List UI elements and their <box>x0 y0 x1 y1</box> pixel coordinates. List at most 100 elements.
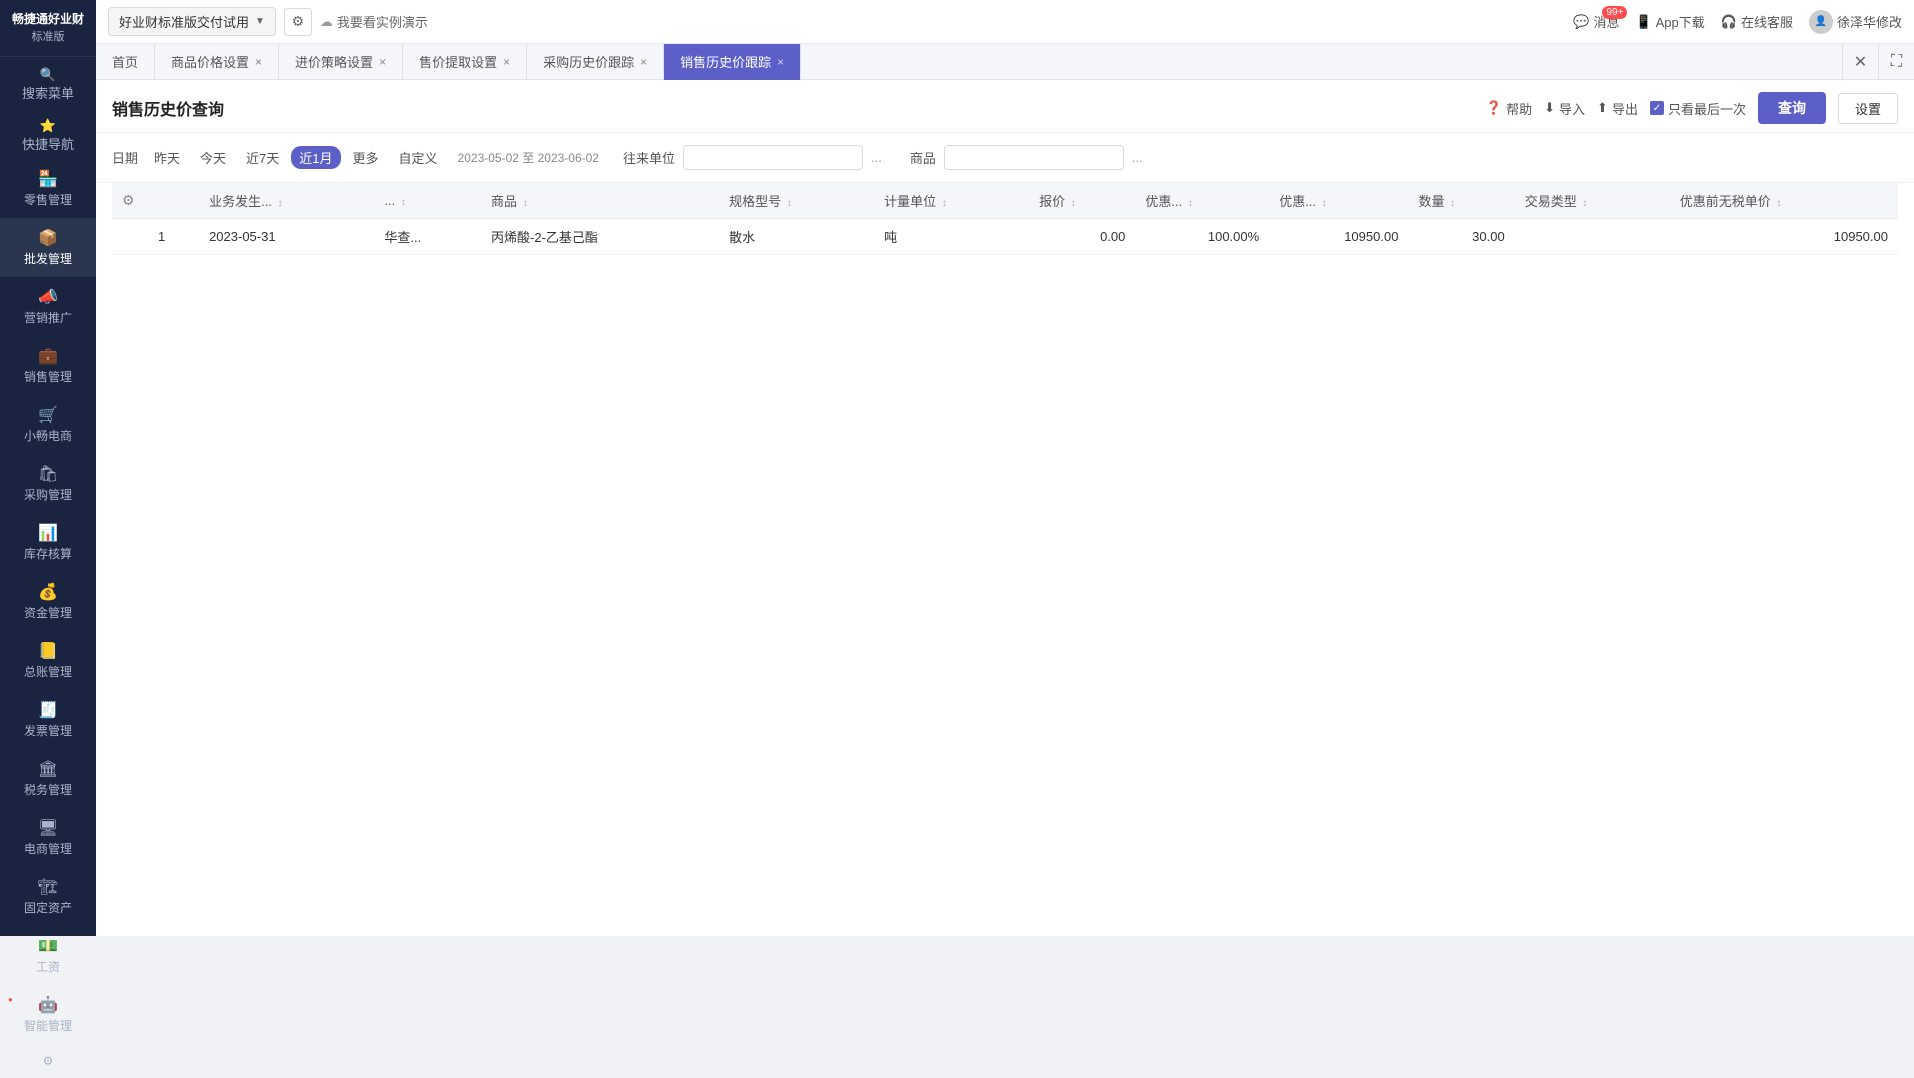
export-btn[interactable]: ⬆ 导出 <box>1597 99 1638 118</box>
product-input[interactable] <box>944 145 1124 170</box>
query-button[interactable]: 查询 <box>1758 92 1826 124</box>
tab-sales-history[interactable]: 销售历史价跟踪 × <box>664 44 801 80</box>
sidebar-item-purchase-mgmt[interactable]: 🛍 采购管理 <box>0 454 96 513</box>
sidebar-item-salary[interactable]: 💵 工资 <box>0 926 96 985</box>
content-area: 销售历史价查询 ❓ 帮助 ⬇ 导入 ⬆ 导出 ✓ <box>96 80 1914 936</box>
tabs-controls: ✕ ⛶ <box>1842 44 1914 80</box>
col-qty[interactable]: 数量 ↕ <box>1408 183 1514 219</box>
sidebar-item-finance[interactable]: 💰 资金管理 <box>0 572 96 631</box>
sidebar-item-ecommerce-light[interactable]: 🛒 小畅电商 <box>0 395 96 454</box>
sort-more1-icon: ↕ <box>401 197 406 208</box>
inventory-icon: 📊 <box>38 523 58 543</box>
col-price[interactable]: 报价 ↕ <box>1029 183 1135 219</box>
message-badge: 99+ <box>1602 6 1627 19</box>
sidebar-item-invoice[interactable]: 🧾 发票管理 <box>0 690 96 749</box>
date-label: 日期 <box>112 148 138 167</box>
col-discount2[interactable]: 优惠... ↕ <box>1269 183 1408 219</box>
sidebar-item-quick-nav[interactable]: ⭐ 快捷导航 <box>0 112 96 159</box>
tab-selector[interactable]: 好业财标准版交付试用 ▼ <box>108 7 276 36</box>
only-last-label: 只看最后一次 <box>1668 99 1746 118</box>
sidebar-settings-btn[interactable]: ⚙ <box>0 1044 96 1078</box>
table-gear-icon[interactable]: ⚙ <box>122 192 135 208</box>
date-opt-1month[interactable]: 近1月 <box>291 146 340 169</box>
col-discount1[interactable]: 优惠... ↕ <box>1135 183 1269 219</box>
avatar: 👤 <box>1809 10 1833 34</box>
service-label: 在线客服 <box>1741 12 1793 31</box>
tab-pricing-strategy-label: 进价策略设置 <box>295 52 373 71</box>
import-btn[interactable]: ⬇ 导入 <box>1544 99 1585 118</box>
sort-pretax-icon: ↕ <box>1776 198 1781 209</box>
col-trade-type[interactable]: 交易类型 ↕ <box>1515 183 1670 219</box>
only-last-checkbox[interactable]: ✓ 只看最后一次 <box>1650 99 1746 118</box>
tab-home[interactable]: 首页 <box>96 44 155 80</box>
sidebar-item-marketing[interactable]: 📣 营销推广 <box>0 277 96 336</box>
tab-close-price-extract[interactable]: × <box>503 55 510 69</box>
demo-btn[interactable]: ☁ 我要看实例演示 <box>320 12 428 31</box>
sidebar-item-search[interactable]: 🔍 搜索菜单 <box>0 57 96 112</box>
message-btn[interactable]: 💬 消息 99+ <box>1573 12 1619 31</box>
app-download-btn[interactable]: 📱 App下载 <box>1635 12 1704 31</box>
tab-close-purchase-history[interactable]: × <box>640 55 647 69</box>
col-product[interactable]: 商品 ↕ <box>481 183 719 219</box>
product-more-btn[interactable]: ... <box>1128 148 1147 167</box>
topbar-left: 好业财标准版交付试用 ▼ ⚙ ☁ 我要看实例演示 <box>108 7 1561 36</box>
date-opt-7days[interactable]: 近7天 <box>238 146 287 169</box>
tab-selector-label: 好业财标准版交付试用 <box>119 12 249 31</box>
tab-close-pricing-strategy[interactable]: × <box>379 55 386 69</box>
partner-label: 往来单位 <box>623 148 675 167</box>
import-icon: ⬇ <box>1544 100 1555 116</box>
demo-label: 我要看实例演示 <box>337 12 428 31</box>
table-row[interactable]: 1 2023-05-31 华查... 丙烯酸-2-乙基己酯 散水 吨 0.00 … <box>112 219 1898 255</box>
sidebar-item-ecommerce[interactable]: 🖥 电商管理 <box>0 808 96 867</box>
settings-button[interactable]: 设置 <box>1838 93 1898 124</box>
sidebar-item-sales-mgmt[interactable]: 💼 销售管理 <box>0 336 96 395</box>
table-container: ⚙ 业务发生... ↕ ... ↕ <box>96 183 1914 255</box>
partner-more-btn[interactable]: ... <box>867 148 886 167</box>
cell-qty: 30.00 <box>1408 219 1514 255</box>
sidebar-item-smart-mgmt[interactable]: 🤖 智能管理 <box>0 985 96 1044</box>
purchase-icon: 🛍 <box>38 464 58 484</box>
star-icon: ⭐ <box>0 118 96 134</box>
sales-icon: 💼 <box>38 346 58 366</box>
col-more1[interactable]: ... ↕ <box>374 183 481 219</box>
topbar-gear-icon: ⚙ <box>292 13 305 30</box>
tab-close-btn[interactable]: ✕ <box>1842 44 1878 80</box>
user-info[interactable]: 👤 徐泽华修改 <box>1809 10 1902 34</box>
tab-price-settings-label: 商品价格设置 <box>171 52 249 71</box>
sidebar-item-wholesale-mgmt[interactable]: 📦 批发管理 <box>0 218 96 277</box>
sort-discount2-icon: ↕ <box>1322 198 1327 209</box>
col-spec[interactable]: 规格型号 ↕ <box>719 183 874 219</box>
app-icon: 📱 <box>1635 14 1651 30</box>
sidebar-item-fixed-assets[interactable]: 🏗 固定资产 <box>0 867 96 926</box>
tab-close-price-settings[interactable]: × <box>255 55 262 69</box>
date-opt-yesterday[interactable]: 昨天 <box>146 146 188 169</box>
headset-icon: 🎧 <box>1721 14 1737 30</box>
online-service-btn[interactable]: 🎧 在线客服 <box>1721 12 1793 31</box>
tab-expand-btn[interactable]: ⛶ <box>1878 44 1914 80</box>
help-btn[interactable]: ❓ 帮助 <box>1486 99 1532 118</box>
date-opt-more[interactable]: 更多 <box>345 146 387 169</box>
sidebar-item-ledger[interactable]: 📒 总账管理 <box>0 631 96 690</box>
tab-price-extract[interactable]: 售价提取设置 × <box>403 44 527 80</box>
sidebar-item-inventory[interactable]: 📊 库存核算 <box>0 513 96 572</box>
tab-close-sales-history[interactable]: × <box>777 55 784 69</box>
sidebar-item-retail-mgmt[interactable]: 🏪 零售管理 <box>0 159 96 218</box>
username: 徐泽华修改 <box>1837 12 1902 31</box>
tab-purchase-history[interactable]: 采购历史价跟踪 × <box>527 44 664 80</box>
topbar-settings-btn[interactable]: ⚙ <box>284 8 312 36</box>
tab-price-extract-label: 售价提取设置 <box>419 52 497 71</box>
tab-home-label: 首页 <box>112 52 138 71</box>
cloud-icon: ☁ <box>320 14 333 30</box>
sidebar-item-tax[interactable]: 🏛 税务管理 <box>0 749 96 808</box>
col-unit[interactable]: 计量单位 ↕ <box>874 183 1029 219</box>
date-opt-custom[interactable]: 自定义 <box>391 146 446 169</box>
partner-input[interactable] <box>683 145 863 170</box>
tab-pricing-strategy[interactable]: 进价策略设置 × <box>279 44 403 80</box>
sort-qty-icon: ↕ <box>1450 198 1455 209</box>
date-opt-today[interactable]: 今天 <box>192 146 234 169</box>
col-date[interactable]: 业务发生... ↕ <box>199 183 374 219</box>
product-input-group: ... <box>944 145 1147 170</box>
col-pretax-price[interactable]: 优惠前无税单价 ↕ <box>1670 183 1898 219</box>
partner-input-group: ... <box>683 145 886 170</box>
tab-price-settings[interactable]: 商品价格设置 × <box>155 44 279 80</box>
